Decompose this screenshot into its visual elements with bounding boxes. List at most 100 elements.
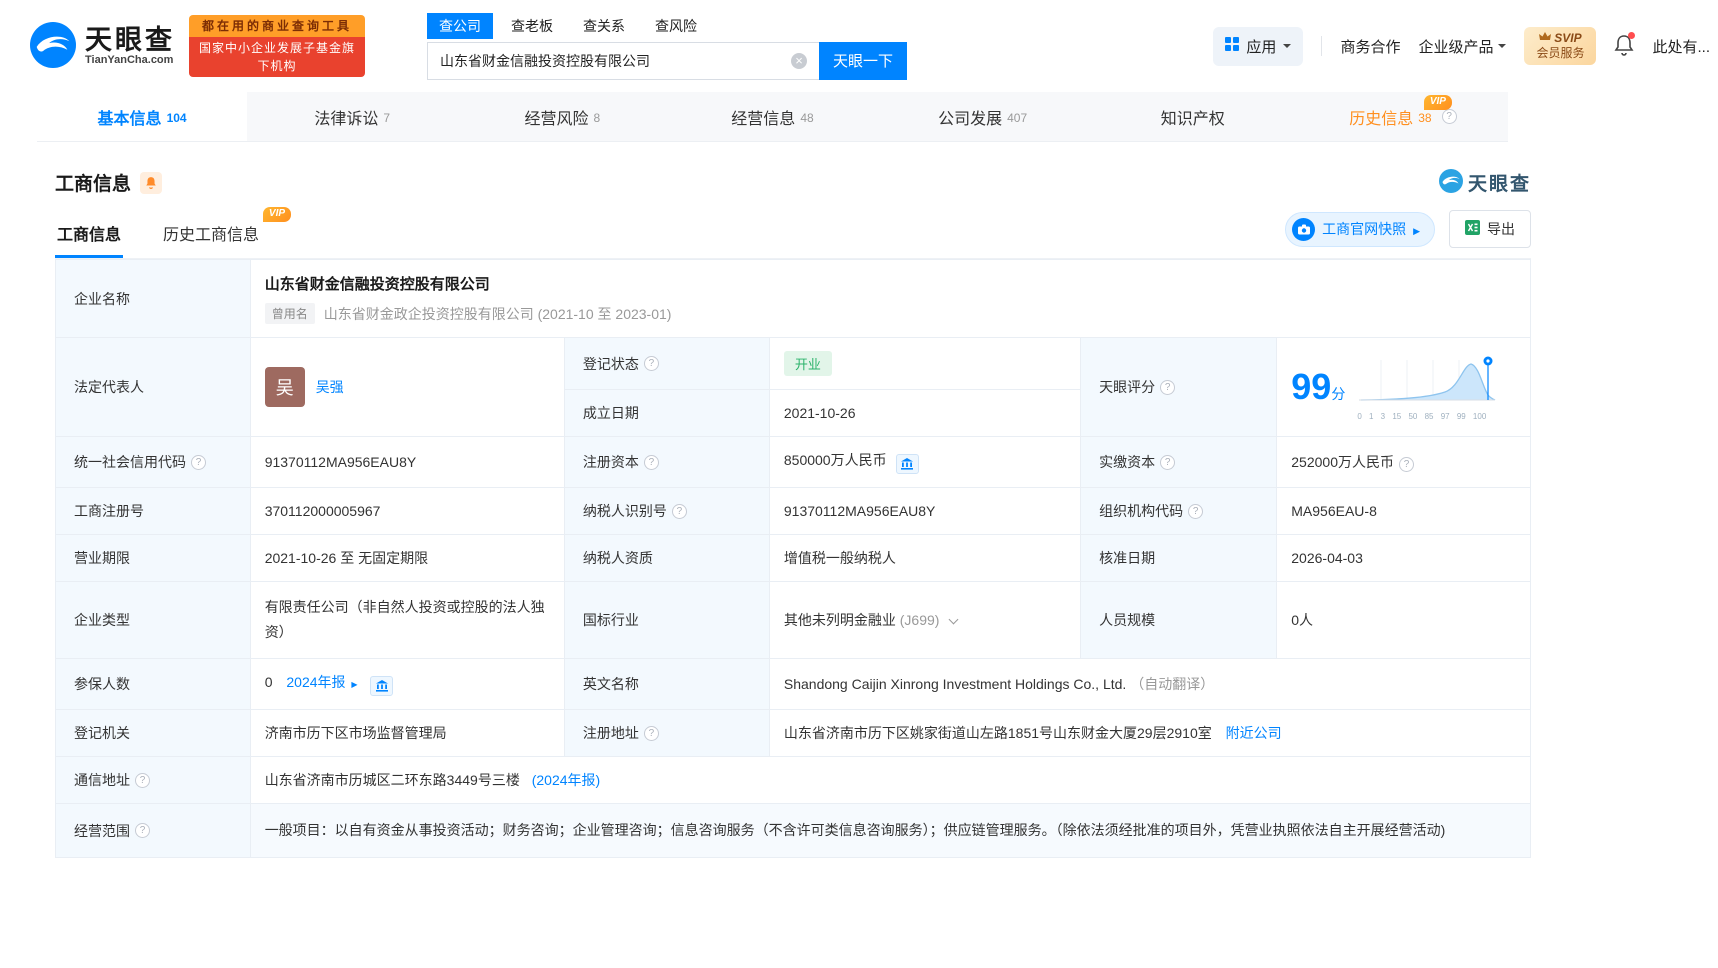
paid-capital: 252000万人民币: [1291, 454, 1394, 470]
help-icon[interactable]: [135, 823, 150, 839]
label-insured-count: 参保人数: [55, 658, 251, 711]
label-business-term: 营业期限: [55, 534, 251, 582]
english-name: Shandong Caijin Xinrong Investment Holdi…: [783, 676, 1127, 693]
help-icon[interactable]: [1160, 379, 1176, 395]
export-button[interactable]: 导出: [1449, 210, 1531, 248]
label-establish-date: 成立日期: [563, 389, 770, 437]
search-input[interactable]: [427, 41, 819, 80]
tianyancha-logo[interactable]: 天眼查 TianYanCha.com: [30, 21, 175, 71]
table-row: 经营范围 一般项目：以自有资金从事投资活动；财务咨询；企业管理咨询；信息咨询服务…: [55, 803, 1532, 858]
help-icon[interactable]: [643, 725, 659, 741]
bank-icon[interactable]: [895, 454, 919, 474]
english-name-note: （自动翻译）: [1130, 676, 1215, 693]
subtab-history-business-info[interactable]: 历史工商信息 VIP: [161, 207, 292, 258]
business-term: 2021-10-26 至 无固定期限: [249, 534, 565, 582]
tab-history-info[interactable]: VIP 历史信息 38: [1298, 92, 1508, 141]
help-icon[interactable]: [1160, 454, 1176, 470]
staff-size: 0人: [1276, 580, 1531, 660]
label-credit-code: 统一社会信用代码: [55, 436, 251, 488]
help-icon[interactable]: [643, 356, 659, 371]
tianyancha-logo-icon: [30, 21, 76, 71]
help-icon[interactable]: [135, 772, 150, 788]
table-row: 通信地址 山东省济南市历城区二环东路3449号三楼 (2024年报): [55, 756, 1532, 805]
reg-number: 370112000005967: [249, 487, 565, 535]
search-tab-boss[interactable]: 查老板: [499, 13, 565, 39]
label-reg-address: 注册地址: [563, 709, 770, 758]
help-icon[interactable]: [1398, 457, 1414, 472]
arrow-right-icon: [1413, 221, 1420, 237]
bank-icon[interactable]: [370, 676, 394, 697]
label-english-name: 英文名称: [563, 658, 770, 711]
table-row: 参保人数 0 2024年报 英文名称 Shandong Caijin Xinro…: [55, 658, 1532, 711]
tab-operation-info[interactable]: 经营信息 48: [667, 92, 877, 141]
vip-badge: VIP: [1423, 95, 1452, 110]
score-number: 99: [1291, 366, 1332, 407]
score-axis-labels: 0 1 3 15 50 85 97 99 100: [1357, 411, 1487, 421]
annual-report-link[interactable]: 2024年报: [286, 674, 357, 690]
label-industry: 国标行业: [563, 580, 770, 660]
search-tab-relation[interactable]: 查关系: [571, 13, 637, 39]
promo-line1: 都在用的商业查询工具: [189, 15, 365, 37]
subtab-business-info[interactable]: 工商信息: [55, 211, 124, 258]
chevron-down-icon: [1498, 44, 1507, 52]
registry: 济南市历下区市场监督管理局: [249, 709, 565, 758]
promo-badge: 都在用的商业查询工具 国家中小企业发展子基金旗下机构: [189, 15, 365, 77]
notification-bell-icon[interactable]: [1614, 31, 1636, 59]
section-nav: 基本信息 104 法律诉讼 7 经营风险 8 经营信息 48 公司发展 407 知识产权 …: [37, 92, 1508, 142]
business-scope: 一般项目：以自有资金从事投资活动；财务咨询；企业管理咨询；信息咨询服务（不含许可…: [249, 803, 1532, 858]
org-code: MA956EAU-8: [1276, 487, 1531, 535]
insured-count: 0: [264, 674, 273, 691]
label-reg-number: 工商注册号: [55, 487, 251, 535]
tab-legal-proceedings[interactable]: 法律诉讼 7: [247, 92, 457, 141]
search-tab-company[interactable]: 查公司: [427, 12, 493, 39]
taxpayer-id: 91370112MA956EAU8Y: [768, 487, 1082, 535]
legal-rep-avatar[interactable]: 吴: [264, 367, 305, 407]
apps-button[interactable]: 应用: [1213, 26, 1304, 66]
business-cooperation-link[interactable]: 商务合作: [1340, 36, 1400, 57]
label-paid-capital: 实缴资本: [1080, 436, 1278, 488]
tab-basic-info[interactable]: 基本信息 104: [37, 92, 248, 141]
excel-icon: [1465, 220, 1480, 238]
crown-icon: [1539, 31, 1552, 46]
arrow-right-icon: [349, 674, 357, 690]
table-row: 法定代表人 吴 吴强 登记状态 开业 天眼评分 99分: [55, 337, 1531, 437]
svip-member-badge[interactable]: SVIP 会员服务: [1524, 27, 1597, 65]
divider: [1321, 36, 1323, 56]
score-chart: 0 1 3 15 50 85 97 99 100: [1357, 354, 1497, 421]
taxpayer-quality: 增值税一般纳税人: [768, 534, 1082, 582]
help-icon[interactable]: [1441, 109, 1457, 124]
table-row: 工商注册号 370112000005967 纳税人识别号 91370112MA9…: [55, 487, 1531, 535]
table-row: 登记机关 济南市历下区市场监督管理局 注册地址 山东省济南市历下区姚家街道山左路…: [55, 709, 1532, 758]
help-icon[interactable]: [671, 503, 687, 519]
search-tab-risk[interactable]: 查风险: [643, 13, 709, 39]
legal-rep-link[interactable]: 吴强: [316, 377, 344, 397]
tab-company-development[interactable]: 公司发展 407: [878, 92, 1088, 141]
watermark-logo: 天眼查: [1438, 169, 1531, 196]
tab-intellectual-property[interactable]: 知识产权: [1088, 92, 1298, 141]
enterprise-products-link[interactable]: 企业级产品: [1418, 36, 1507, 57]
chevron-down-icon[interactable]: [948, 614, 959, 625]
search-button[interactable]: 天眼一下: [819, 41, 907, 80]
official-snapshot-button[interactable]: 工商官网快照: [1285, 211, 1435, 247]
label-org-code: 组织机构代码: [1080, 487, 1278, 535]
company-type: 有限责任公司（非自然人投资或控股的法人独资）: [249, 580, 565, 660]
clear-icon[interactable]: [791, 52, 807, 69]
help-icon[interactable]: [1188, 503, 1204, 519]
apps-grid-icon: [1225, 37, 1240, 55]
nearby-companies-link[interactable]: 附近公司: [1226, 725, 1282, 741]
business-info-table: 企业名称 山东省财金信融投资控股有限公司 曾用名 山东省财金政企投资控股有限公司…: [55, 259, 1532, 858]
reg-address: 山东省济南市历下区姚家街道山左路1851号山东财金大厦29层2910室: [783, 725, 1212, 742]
label-score: 天眼评分: [1080, 337, 1278, 437]
label-reg-capital: 注册资本: [563, 436, 770, 488]
subscribe-bell-icon[interactable]: [140, 171, 163, 194]
subtab-row: 工商信息 历史工商信息 VIP 工商官网快照 导出: [55, 207, 1531, 259]
tab-operation-risk[interactable]: 经营风险 8: [457, 92, 667, 141]
label-approval-date: 核准日期: [1080, 534, 1278, 582]
header-more-text[interactable]: 此处有...: [1652, 36, 1710, 57]
watermark-text: 天眼查: [1467, 174, 1531, 195]
label-taxpayer-quality: 纳税人资质: [563, 534, 770, 582]
help-icon[interactable]: [643, 454, 659, 470]
help-icon[interactable]: [191, 454, 206, 470]
apps-label: 应用: [1246, 38, 1277, 56]
comm-address-annual-report-link[interactable]: (2024年报): [532, 772, 600, 788]
